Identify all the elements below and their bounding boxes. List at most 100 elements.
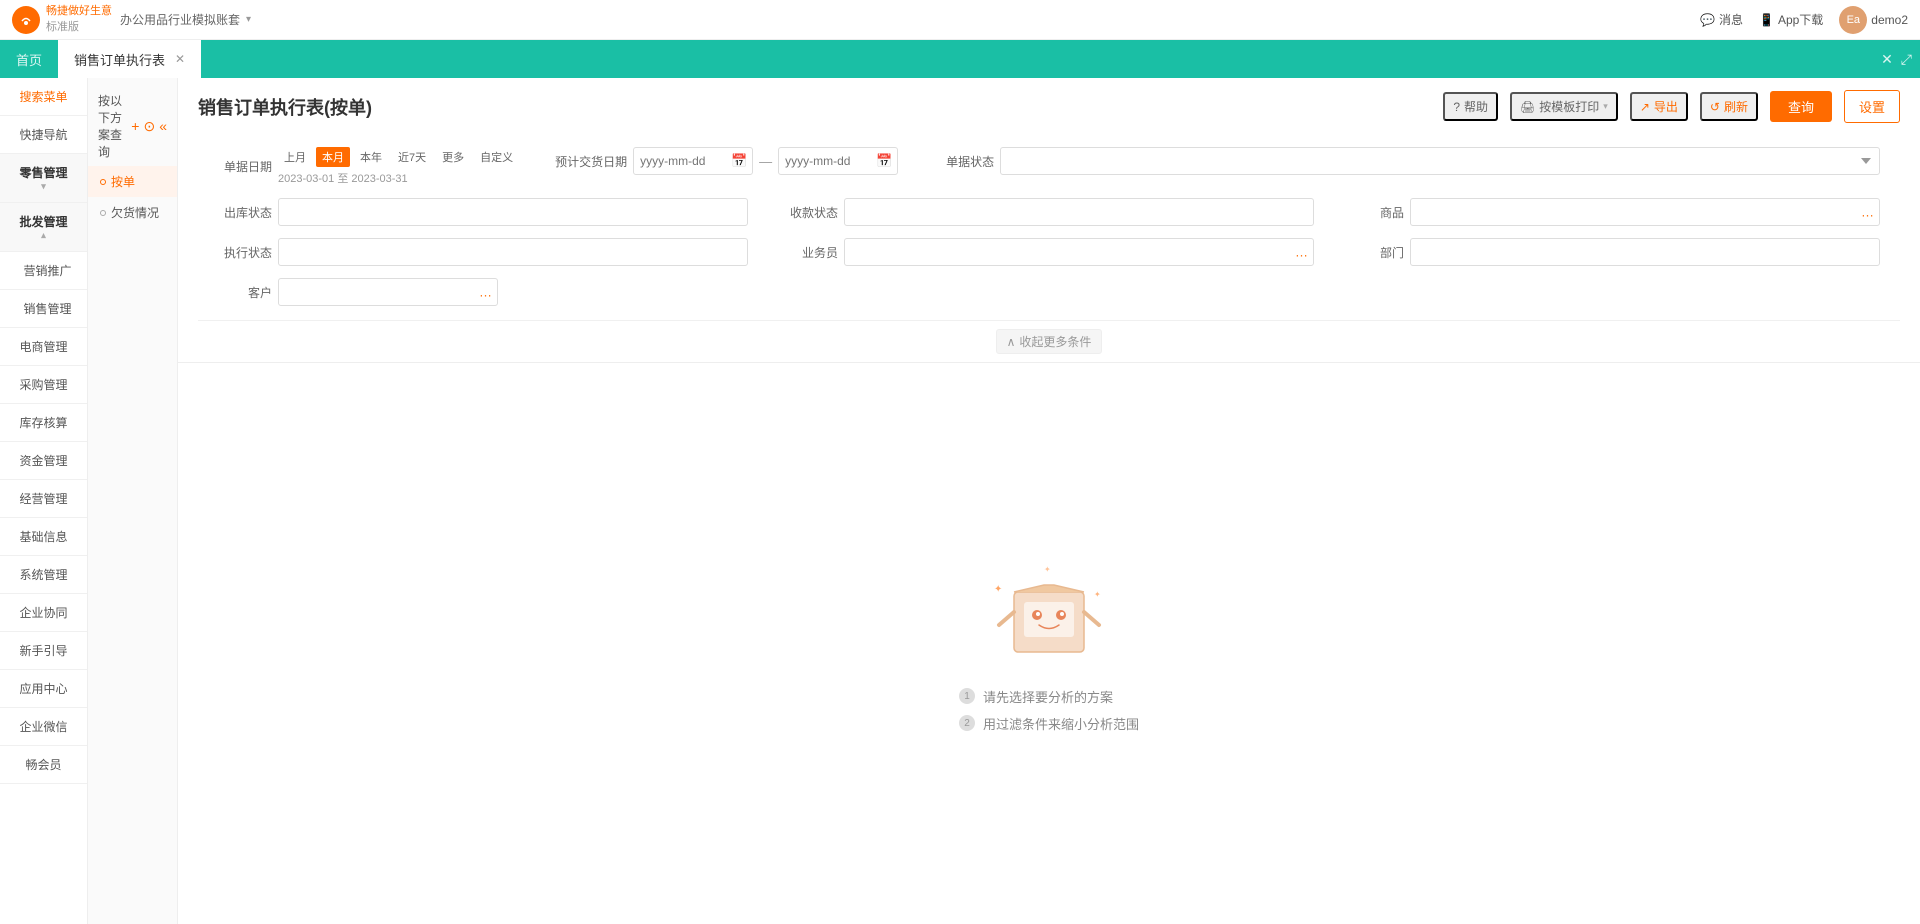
add-scheme-icon[interactable]: + [131,118,139,135]
dept-select[interactable] [1410,238,1880,266]
tab-close-icon[interactable]: ✕ [175,52,185,66]
sidebar-item-purchase[interactable]: 采购管理 [0,366,87,404]
salesperson-field: 业务员 … [784,238,1314,266]
member-label: 畅会员 [25,756,61,773]
sidebar-item-finance[interactable]: 资金管理 [0,442,87,480]
sidebar-item-wechat[interactable]: 企业微信 [0,708,87,746]
breadcrumb: 办公用品行业模拟账套 ▾ [120,11,251,28]
date-range-text: 2023-03-01 至 2023-03-31 [278,170,519,186]
date-btn-more[interactable]: 更多 [436,147,470,167]
sub-sidebar-item-pressed[interactable]: 按单 [88,166,177,197]
status-select-wrap [1000,147,1880,175]
date-btn-7days[interactable]: 近7天 [392,147,432,167]
tab-close-all-icon[interactable]: ✕ [1881,51,1893,68]
tab-bar-right: ✕ ⤢ [1881,51,1920,68]
empty-illustration: ✦ ✦ ✦ [989,547,1109,667]
sidebar-item-retail[interactable]: 零售管理 ▾ [0,154,87,203]
sidebar-quick-nav[interactable]: 快捷导航 [0,116,87,154]
expected-date-group: 预计交货日期 📅 — 📅 [555,147,898,175]
finance-label: 资金管理 [19,452,67,469]
owed-label: 欠货情况 [111,204,159,221]
sidebar-item-newbie[interactable]: 新手引导 [0,632,87,670]
app-download-btn[interactable]: 📱 App下载 [1759,11,1823,28]
svg-text:✦: ✦ [1094,590,1101,599]
export-btn[interactable]: ↗ 导出 [1630,92,1688,121]
logo-text: 畅捷做好生意 [46,5,112,18]
receive-status-wrap [844,198,1314,226]
empty-step-1: 1 请先选择要分析的方案 [959,687,1139,706]
topbar-left: 畅捷做好生意 标准版 办公用品行业模拟账套 ▾ [12,5,251,34]
user-name: demo2 [1871,13,1908,27]
empty-step-2: 2 用过滤条件来缩小分析范围 [959,714,1139,733]
tab-home-label: 首页 [16,50,42,69]
date-btn-this-month[interactable]: 本月 [316,147,350,167]
message-icon: 💬 [1700,13,1715,27]
messages-label: 消息 [1719,11,1743,28]
status-label: 单据状态 [934,153,994,170]
refresh-btn[interactable]: ↺ 刷新 [1700,92,1758,121]
empty-state: ✦ ✦ ✦ 1 请先选择要分析的方案 2 用过滤条件来缩小分析范围 [178,363,1920,924]
messages-btn[interactable]: 💬 消息 [1700,11,1743,28]
page-title-row: 销售订单执行表(按单) ? 帮助 🖨 按模板打印 ▾ ↗ 导出 [198,90,1900,133]
goods-wrap: … [1410,198,1880,226]
sidebar-item-enterprise[interactable]: 企业协同 [0,594,87,632]
date-btn-custom[interactable]: 自定义 [474,147,519,167]
sidebar-item-operations[interactable]: 经营管理 [0,480,87,518]
status-select[interactable] [1000,147,1880,175]
tab-sales-exec[interactable]: 销售订单执行表 ✕ [58,40,201,78]
marketing-label: 营销推广 [23,262,71,279]
avatar-text: Ea [1847,14,1860,26]
sub-sidebar-icons: + ⊙ « [131,118,167,135]
ecommerce-label: 电商管理 [19,338,67,355]
user-area[interactable]: Ea demo2 [1839,6,1908,34]
logo-area[interactable]: 畅捷做好生意 标准版 [12,5,112,34]
collapse-sub-icon[interactable]: « [159,118,167,135]
help-btn[interactable]: ? 帮助 [1443,92,1498,121]
sidebar-item-wholesale[interactable]: 批发管理 ▴ [0,203,87,252]
goods-input[interactable] [1410,198,1880,226]
date-from-wrap: 📅 [633,147,753,175]
filter-row-4: 客户 … [218,278,1880,306]
date-btn-this-year[interactable]: 本年 [354,147,388,167]
customer-input[interactable] [278,278,498,306]
salesperson-input[interactable] [844,238,1314,266]
sidebar-item-apps[interactable]: 应用中心 [0,670,87,708]
query-btn[interactable]: 查询 [1770,91,1832,122]
sub-sidebar-header-label: 按以下方案查询 [98,92,131,160]
receive-status-select[interactable] [844,198,1314,226]
edit-scheme-icon[interactable]: ⊙ [143,118,155,135]
print-btn[interactable]: 🖨 按模板打印 ▾ [1510,92,1618,121]
content-area: 销售订单执行表(按单) ? 帮助 🖨 按模板打印 ▾ ↗ 导出 [178,78,1920,924]
filter-area: 单据日期 上月 本月 本年 近7天 更多 自定义 2023-03-01 至 20… [198,133,1900,320]
sidebar-item-member[interactable]: 畅会员 [0,746,87,784]
app-icon: 📱 [1759,13,1774,27]
sidebar-item-basic[interactable]: 基础信息 [0,518,87,556]
tab-sales-exec-label: 销售订单执行表 [74,50,165,69]
expected-date-label: 预计交货日期 [555,153,627,170]
sidebar-item-ecommerce[interactable]: 电商管理 [0,328,87,366]
tab-home[interactable]: 首页 [0,40,58,78]
inactive-scheme-dot [100,210,106,216]
sidebar-search-menu[interactable]: 搜索菜单 [0,78,87,116]
sidebar-item-inventory[interactable]: 库存核算 [0,404,87,442]
sidebar-item-marketing[interactable]: 营销推广 [0,252,87,290]
exec-status-select[interactable] [278,238,748,266]
print-chevron-icon: ▾ [1603,101,1608,112]
collapse-bar[interactable]: ∧ 收起更多条件 [198,320,1900,362]
main-layout: 搜索菜单 快捷导航 零售管理 ▾ 批发管理 ▴ 营销推广 销售管理 电商管理 采… [0,78,1920,924]
logo-text-wrap: 畅捷做好生意 标准版 [46,5,112,34]
newbie-label: 新手引导 [19,642,67,659]
sub-sidebar-header: 按以下方案查询 + ⊙ « [88,86,177,166]
sidebar-item-system[interactable]: 系统管理 [0,556,87,594]
settings-btn[interactable]: 设置 [1844,90,1900,123]
out-status-select[interactable] [278,198,748,226]
sub-sidebar-item-owed[interactable]: 欠货情况 [88,197,177,228]
date-btn-last-month[interactable]: 上月 [278,147,312,167]
date-from-icon: 📅 [731,153,747,169]
apps-label: 应用中心 [19,680,67,697]
tab-expand-icon[interactable]: ⤢ [1901,51,1912,68]
dept-field: 部门 [1350,238,1880,266]
breadcrumb-chevron-icon[interactable]: ▾ [246,14,251,25]
sidebar-item-sales[interactable]: 销售管理 [0,290,87,328]
collapse-btn[interactable]: ∧ 收起更多条件 [996,329,1103,354]
